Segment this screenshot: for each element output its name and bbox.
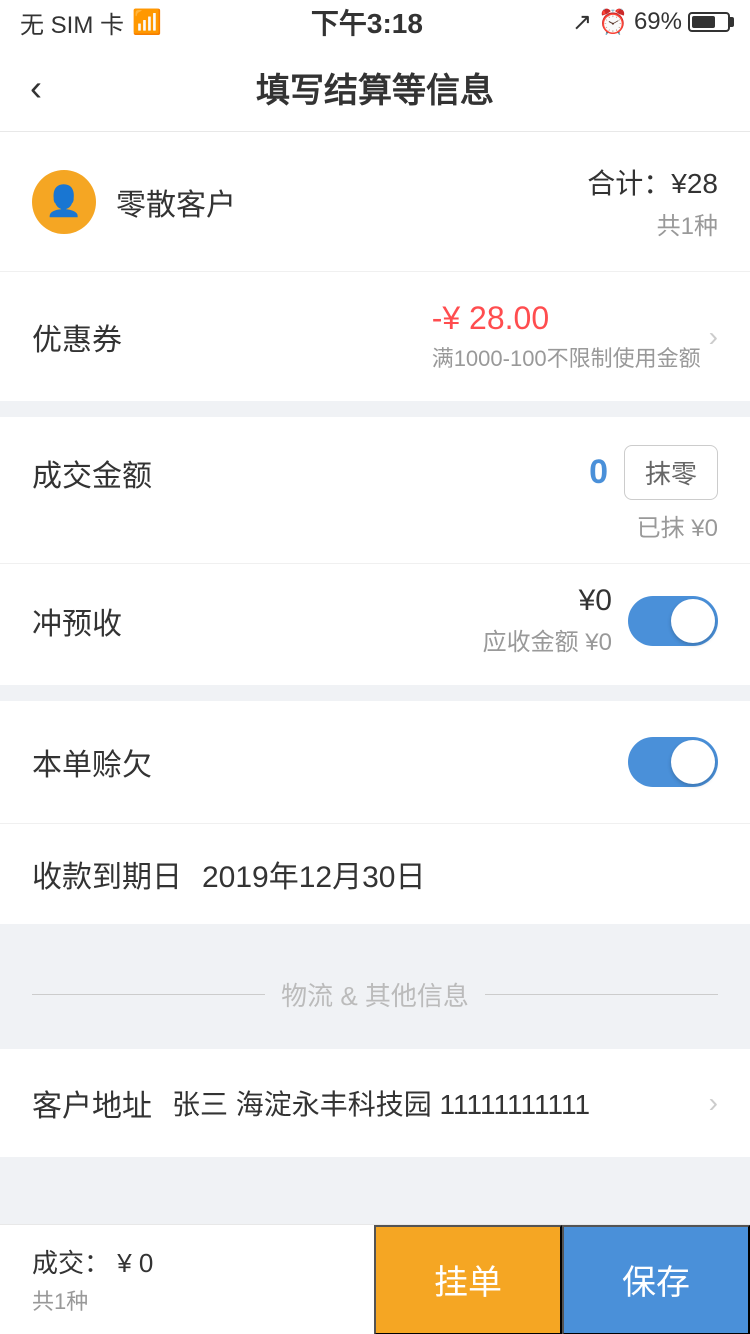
coupon-desc: 满1000-100不限制使用金额 <box>432 341 701 373</box>
content: 👤 零散客户 合计：¥28 共1种 优惠券 -¥ 28.00 满1000-100… <box>0 132 750 1277</box>
debt-toggle-knob <box>671 740 715 784</box>
toggle-knob <box>671 599 715 643</box>
customer-name: 零散客户 <box>116 180 236 224</box>
transaction-row: 成交金额 0 抹零 <box>0 417 750 508</box>
total-amount: 合计：¥28 <box>587 162 718 202</box>
address-value: 张三 海淀永丰科技园 11111111111 <box>152 1083 709 1123</box>
bottom-trans-label: 成交： <box>32 1248 110 1278</box>
address-chevron-icon: › <box>709 1087 718 1119</box>
advance-right: ¥0 应收金额 ¥0 <box>483 584 718 657</box>
chevron-right-icon: › <box>709 321 718 353</box>
total-count: 共1种 <box>587 206 718 241</box>
back-button[interactable]: ‹ <box>30 67 42 109</box>
address-row[interactable]: 客户地址 张三 海淀永丰科技园 11111111111 › <box>0 1049 750 1157</box>
customer-left: 👤 零散客户 <box>32 170 236 234</box>
location-icon: ↗ <box>572 8 592 37</box>
bottom-bar: 成交： ¥ 0 共1种 挂单 保存 <box>0 1224 750 1334</box>
logistics-divider: 物流 & 其他信息 <box>0 956 750 1033</box>
coupon-info: -¥ 28.00 满1000-100不限制使用金额 <box>432 300 701 373</box>
transaction-label: 成交金额 <box>32 451 152 495</box>
bottom-info: 成交： ¥ 0 共1种 <box>0 1243 374 1316</box>
advance-amount-main: ¥0 <box>483 584 612 618</box>
avatar-icon: 👤 <box>45 184 82 219</box>
advance-toggle[interactable] <box>628 596 718 646</box>
customer-right: 合计：¥28 共1种 <box>587 162 718 241</box>
duedate-label: 收款到期日 <box>32 852 182 896</box>
wifi-icon: 📶 <box>132 8 162 37</box>
status-time: 下午3:18 <box>311 2 423 42</box>
bottom-count: 共1种 <box>32 1284 342 1316</box>
debt-section: 本单赊欠 收款到期日 2019年12月30日 <box>0 701 750 924</box>
carrier-label: 无 SIM 卡 <box>20 5 124 40</box>
status-right: ↗ ⏰ 69% <box>572 8 730 37</box>
round-button[interactable]: 抹零 <box>624 445 718 500</box>
logistics-line-right <box>485 994 718 995</box>
transaction-amount[interactable]: 0 <box>589 453 608 492</box>
battery-percent: 69% <box>634 8 682 36</box>
duedate-row: 收款到期日 2019年12月30日 <box>0 823 750 924</box>
bottom-trans: 成交： ¥ 0 <box>32 1243 342 1280</box>
battery-icon <box>688 12 730 32</box>
advance-amount-sub: 应收金额 ¥0 <box>483 622 612 657</box>
address-label: 客户地址 <box>32 1081 152 1125</box>
logistics-line-left <box>32 994 265 995</box>
status-left: 无 SIM 卡 📶 <box>20 5 162 40</box>
advance-label: 冲预收 <box>32 599 122 643</box>
debt-label: 本单赊欠 <box>32 740 152 784</box>
duedate-value: 2019年12月30日 <box>202 852 425 896</box>
gray-separator-1 <box>0 685 750 701</box>
logistics-section: 物流 & 其他信息 <box>0 956 750 1033</box>
coupon-right: -¥ 28.00 满1000-100不限制使用金额 › <box>432 300 718 373</box>
transaction-sub: 已抹 ¥0 <box>0 508 750 563</box>
coupon-discount: -¥ 28.00 <box>432 300 701 337</box>
advance-row: 冲预收 ¥0 应收金额 ¥0 <box>0 563 750 685</box>
hold-button[interactable]: 挂单 <box>374 1225 562 1334</box>
battery-fill <box>692 16 715 28</box>
advance-amounts: ¥0 应收金额 ¥0 <box>483 584 612 657</box>
gray-separator-2 <box>0 940 750 956</box>
alarm-icon: ⏰ <box>598 8 628 37</box>
address-section[interactable]: 客户地址 张三 海淀永丰科技园 11111111111 › <box>0 1049 750 1157</box>
customer-avatar: 👤 <box>32 170 96 234</box>
transaction-right: 0 抹零 <box>589 445 718 500</box>
save-button[interactable]: 保存 <box>562 1225 750 1334</box>
bottom-trans-amount: ¥ 0 <box>117 1248 153 1278</box>
debt-toggle[interactable] <box>628 737 718 787</box>
customer-section: 👤 零散客户 合计：¥28 共1种 优惠券 -¥ 28.00 满1000-100… <box>0 132 750 401</box>
logistics-label: 物流 & 其他信息 <box>281 976 469 1013</box>
coupon-label: 优惠券 <box>32 315 122 359</box>
status-bar: 无 SIM 卡 📶 下午3:18 ↗ ⏰ 69% <box>0 0 750 44</box>
page-title: 填写结算等信息 <box>256 63 494 112</box>
nav-bar: ‹ 填写结算等信息 <box>0 44 750 132</box>
debt-row: 本单赊欠 <box>0 701 750 823</box>
customer-row: 👤 零散客户 合计：¥28 共1种 <box>0 132 750 271</box>
transaction-section: 成交金额 0 抹零 已抹 ¥0 冲预收 ¥0 应收金额 ¥0 <box>0 417 750 685</box>
coupon-row[interactable]: 优惠券 -¥ 28.00 满1000-100不限制使用金额 › <box>0 271 750 401</box>
